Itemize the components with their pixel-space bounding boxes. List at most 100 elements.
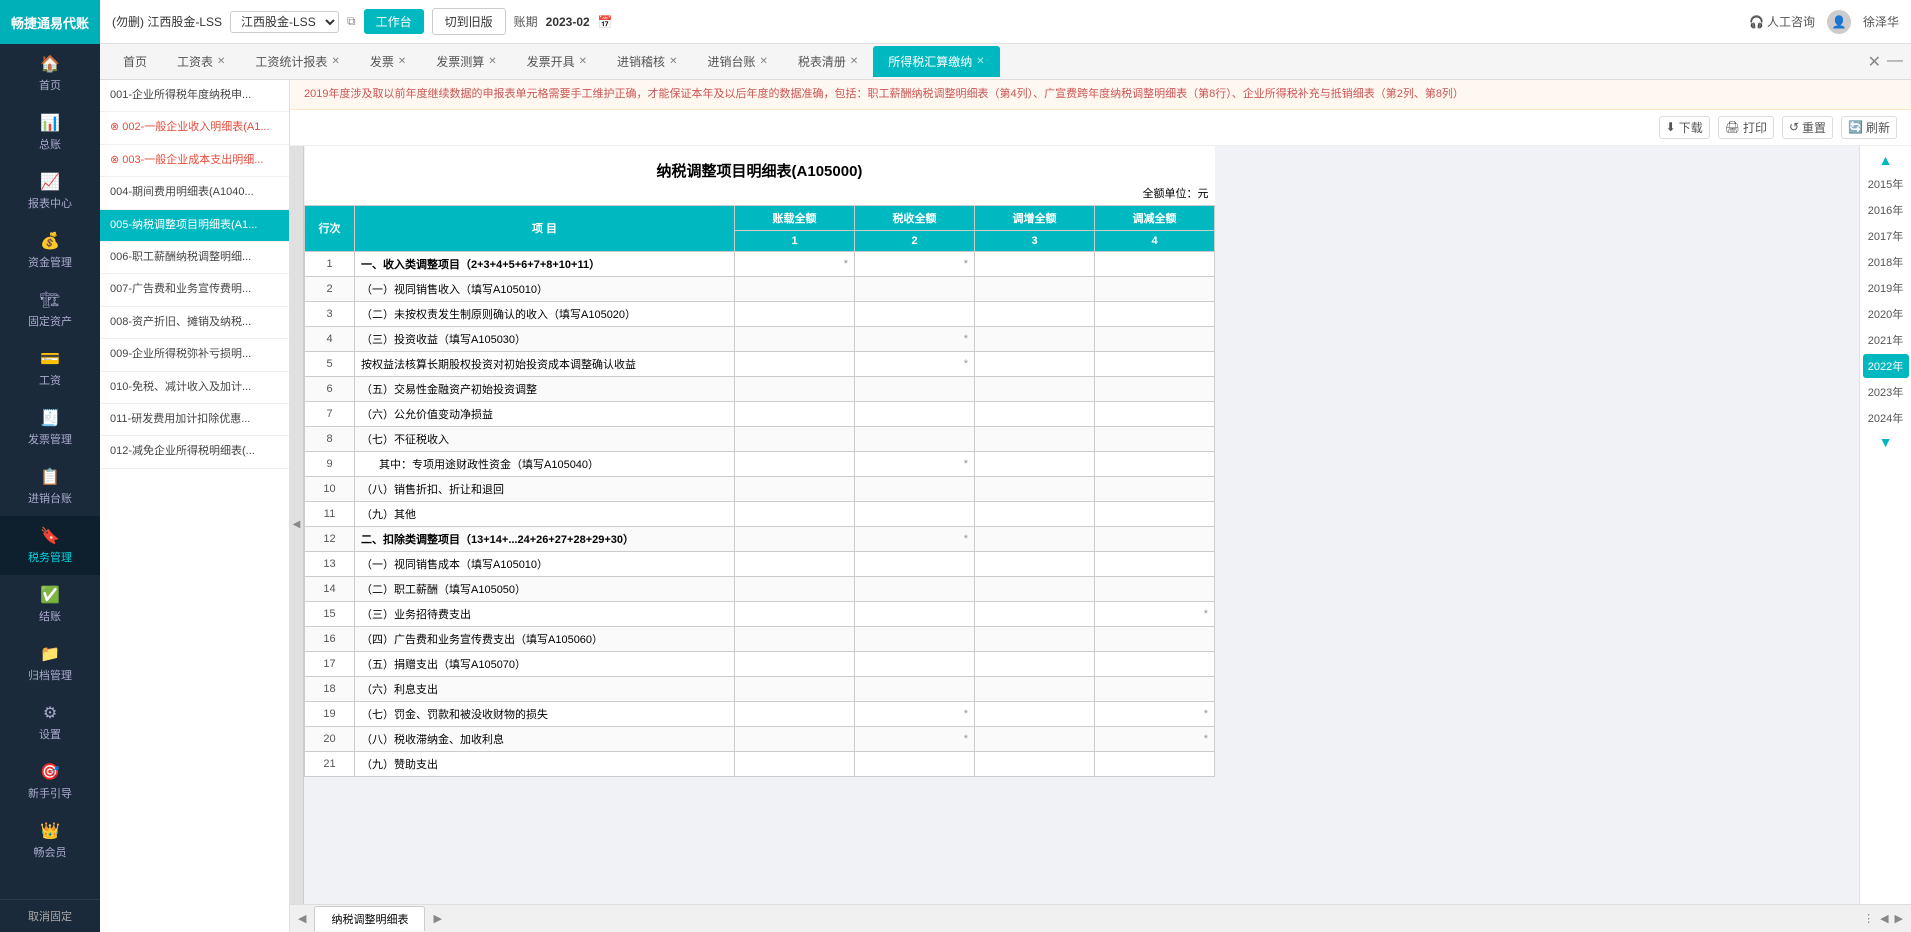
row-col-3[interactable] <box>975 576 1095 601</box>
sidebar-item-assets[interactable]: 🏗 固定资产 <box>0 280 100 339</box>
row-col-2[interactable]: * <box>855 251 975 276</box>
tab-close-tax-list[interactable]: ✕ <box>850 56 858 67</box>
year-2017[interactable]: 2017年 <box>1863 224 1909 248</box>
year-2024[interactable]: 2024年 <box>1863 406 1909 430</box>
tab-close-salary-report[interactable]: ✕ <box>331 56 339 67</box>
row-col-4[interactable] <box>1095 276 1215 301</box>
row-col-4[interactable] <box>1095 426 1215 451</box>
sidebar-item-sales-ledger[interactable]: 📋 进销台账 <box>0 457 100 516</box>
sidebar-item-salary[interactable]: 💳 工资 <box>0 339 100 398</box>
row-col-1[interactable] <box>735 751 855 776</box>
tab-salary-report[interactable]: 工资统计报表✕ <box>240 46 354 77</box>
row-col-1[interactable] <box>735 376 855 401</box>
year-2023[interactable]: 2023年 <box>1863 380 1909 404</box>
row-col-1[interactable] <box>735 701 855 726</box>
row-col-1[interactable]: * <box>735 251 855 276</box>
row-col-2[interactable] <box>855 676 975 701</box>
row-col-3[interactable] <box>975 426 1095 451</box>
left-panel-item-007[interactable]: 007-广告费和业务宣传费明... <box>100 274 289 306</box>
sidebar-item-tax[interactable]: 🔖 税务管理 <box>0 516 100 575</box>
row-col-3[interactable] <box>975 526 1095 551</box>
sidebar-item-reports[interactable]: 📈 报表中心 <box>0 162 100 221</box>
calendar-icon[interactable]: 📅 <box>598 15 613 29</box>
row-col-4[interactable]: * <box>1095 726 1215 751</box>
row-col-3[interactable] <box>975 276 1095 301</box>
nav-right[interactable]: ▶ <box>1895 912 1903 925</box>
nav-left[interactable]: ◀ <box>1880 912 1888 925</box>
row-col-2[interactable] <box>855 501 975 526</box>
year-up-arrow[interactable]: ▲ <box>1877 150 1895 170</box>
row-col-2[interactable]: * <box>855 326 975 351</box>
tab-invoice[interactable]: 发票✕ <box>355 46 421 77</box>
row-col-2[interactable] <box>855 751 975 776</box>
left-panel-item-009[interactable]: 009-企业所得税弥补亏损明... <box>100 339 289 371</box>
row-col-2[interactable]: * <box>855 526 975 551</box>
row-col-3[interactable] <box>975 476 1095 501</box>
row-col-2[interactable] <box>855 626 975 651</box>
tab-check[interactable]: 进销稽核✕ <box>602 46 692 77</box>
row-col-3[interactable] <box>975 351 1095 376</box>
row-col-1[interactable] <box>735 726 855 751</box>
row-col-3[interactable] <box>975 751 1095 776</box>
row-col-1[interactable] <box>735 401 855 426</box>
row-col-4[interactable] <box>1095 376 1215 401</box>
row-col-3[interactable] <box>975 651 1095 676</box>
tab-home[interactable]: 首页 <box>108 46 162 77</box>
row-col-3[interactable] <box>975 701 1095 726</box>
tab-close-check[interactable]: ✕ <box>669 56 677 67</box>
year-2022[interactable]: 2022年 <box>1863 354 1909 378</box>
row-col-3[interactable] <box>975 676 1095 701</box>
company-select[interactable]: 江西股金-LSS <box>230 11 339 33</box>
row-col-3[interactable] <box>975 501 1095 526</box>
row-col-3[interactable] <box>975 451 1095 476</box>
tab-close-sales-ledger[interactable]: ✕ <box>759 56 767 67</box>
row-col-1[interactable] <box>735 351 855 376</box>
row-col-2[interactable]: * <box>855 351 975 376</box>
row-col-2[interactable] <box>855 551 975 576</box>
left-panel-item-010[interactable]: 010-免税、减计收入及加计... <box>100 372 289 404</box>
minimize-icon[interactable]: — <box>1887 52 1903 72</box>
sidebar-item-settings[interactable]: ⚙ 设置 <box>0 693 100 752</box>
row-col-1[interactable] <box>735 526 855 551</box>
left-panel-item-011[interactable]: 011-研发费用加计扣除优惠... <box>100 404 289 436</box>
row-col-3[interactable] <box>975 251 1095 276</box>
sidebar-item-archive[interactable]: 📁 归档管理 <box>0 634 100 693</box>
row-col-2[interactable] <box>855 601 975 626</box>
row-col-2[interactable] <box>855 426 975 451</box>
tab-close-invoice[interactable]: ✕ <box>398 56 406 67</box>
tab-salary[interactable]: 工资表✕ <box>162 46 240 77</box>
bottom-tab-item[interactable]: 纳税调整明细表 <box>314 906 425 931</box>
service-button[interactable]: 🎧 人工咨询 <box>1749 13 1815 30</box>
collapse-button[interactable]: ◀ <box>290 146 304 905</box>
left-panel-item-001[interactable]: 001-企业所得税年度纳税申... <box>100 80 289 112</box>
tab-tax-list[interactable]: 税表清册✕ <box>783 46 873 77</box>
row-col-4[interactable] <box>1095 676 1215 701</box>
row-col-4[interactable] <box>1095 501 1215 526</box>
unpin-button[interactable]: 取消固定 <box>0 899 100 932</box>
tab-invoice-open[interactable]: 发票开具✕ <box>512 46 602 77</box>
row-col-3[interactable] <box>975 326 1095 351</box>
row-col-1[interactable] <box>735 576 855 601</box>
row-col-3[interactable] <box>975 726 1095 751</box>
scroll-right-icon[interactable]: ▶ <box>433 912 441 925</box>
year-2015[interactable]: 2015年 <box>1863 172 1909 196</box>
row-col-2[interactable] <box>855 476 975 501</box>
row-col-3[interactable] <box>975 601 1095 626</box>
year-down-arrow[interactable]: ▼ <box>1877 432 1895 452</box>
reset-button[interactable]: ↺ 重置 <box>1782 116 1833 139</box>
sidebar-item-member[interactable]: 👑 畅会员 <box>0 811 100 870</box>
row-col-4[interactable] <box>1095 551 1215 576</box>
tab-income-tax[interactable]: 所得税汇算缴纳✕ <box>873 46 999 77</box>
left-panel-item-012[interactable]: 012-减免企业所得税明细表(... <box>100 436 289 468</box>
row-col-1[interactable] <box>735 551 855 576</box>
row-col-2[interactable]: * <box>855 726 975 751</box>
row-col-3[interactable] <box>975 301 1095 326</box>
sidebar-item-ledger[interactable]: 📊 总账 <box>0 103 100 162</box>
row-col-4[interactable] <box>1095 351 1215 376</box>
row-col-1[interactable] <box>735 301 855 326</box>
row-col-2[interactable] <box>855 376 975 401</box>
copy-icon[interactable]: ⧉ <box>347 14 356 29</box>
row-col-4[interactable] <box>1095 326 1215 351</box>
row-col-1[interactable] <box>735 276 855 301</box>
sidebar-item-close[interactable]: ✅ 结账 <box>0 575 100 634</box>
